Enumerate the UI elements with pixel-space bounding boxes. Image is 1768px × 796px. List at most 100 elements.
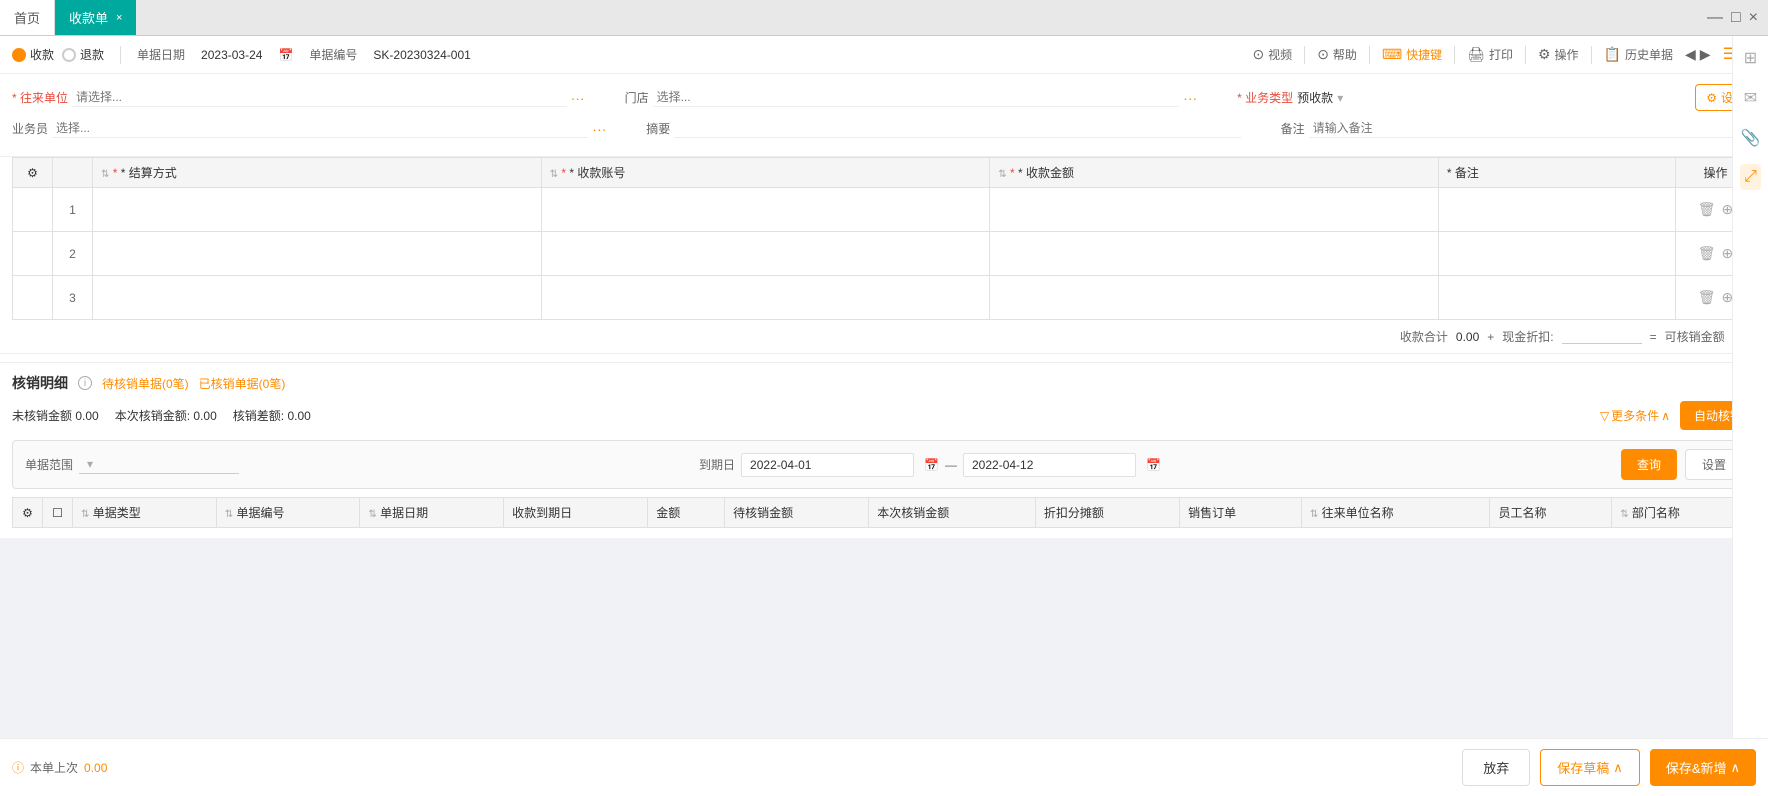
prev-arrow[interactable]: ◀	[1685, 46, 1696, 63]
cell-settlement-2[interactable]	[93, 232, 542, 276]
video-icon: ⊙	[1252, 46, 1264, 63]
cell-settlement-1[interactable]	[93, 188, 542, 232]
notes-label: 备注	[1281, 120, 1305, 137]
print-btn[interactable]: 🖨 打印	[1467, 46, 1513, 63]
mail-sidebar-icon[interactable]: ✉	[1740, 84, 1761, 112]
save-draft-btn[interactable]: 保存草稿 ∧	[1540, 749, 1640, 786]
save-new-label: 保存&新增	[1666, 758, 1727, 777]
calendar-to-icon[interactable]: 📅	[1146, 458, 1161, 472]
cell-account-3[interactable]	[541, 276, 990, 320]
sort-icon-type: ⇅	[81, 509, 89, 520]
shortcut-icon: ⌨	[1382, 46, 1402, 63]
calendar-icon[interactable]: 📅	[278, 48, 293, 62]
save-new-btn[interactable]: 保存&新增 ∧	[1650, 749, 1756, 786]
th-amount: ⇅ * * 收款金额	[990, 158, 1439, 188]
cell-notes-2[interactable]	[1438, 232, 1675, 276]
footer-order-value: 0.00	[84, 761, 107, 775]
business-type-arrow[interactable]: ▾	[1337, 91, 1343, 105]
done-tab[interactable]: 已核销单据(0笔)	[199, 375, 286, 392]
range-label: 单据范围	[25, 456, 73, 473]
history-btn[interactable]: 📋 历史单据	[1604, 46, 1673, 63]
receipt-radio[interactable]: 收款	[12, 46, 54, 63]
notes-field: 备注	[1281, 119, 1756, 138]
pending-tab[interactable]: 待核销单据(0笔)	[102, 375, 189, 392]
nav-arrows: ◀ ▶	[1685, 46, 1711, 63]
sort-icon-account: ⇅	[550, 169, 558, 180]
range-select[interactable]: ▾	[79, 455, 239, 474]
bth-settings[interactable]: ⚙	[13, 498, 43, 528]
bottom-table-header: ⚙ ☐ ⇅ 单据类型 ⇅ 单据编号 ⇅ 单据日期 收款到期日 金	[13, 498, 1756, 528]
footer-left: ⓘ 本单上次 0.00	[12, 759, 107, 776]
date-from-input[interactable]	[741, 453, 914, 477]
summary-input[interactable]	[674, 119, 1240, 138]
maximize-icon[interactable]: □	[1731, 9, 1741, 27]
table-sidebar-icon[interactable]: ⊞	[1740, 44, 1761, 72]
gear-icon: ⚙	[1706, 91, 1717, 105]
cell-amount-1[interactable]	[990, 188, 1439, 232]
draft-arrow-icon: ∧	[1613, 760, 1623, 776]
writeoff-info-icon[interactable]: i	[78, 376, 92, 390]
tab-close-icon[interactable]: ×	[116, 12, 122, 24]
writeoff-header: 核销明细 i 待核销单据(0笔) 已核销单据(0笔)	[12, 373, 1756, 393]
table-row: 3 🗑 ⊕	[13, 276, 1756, 320]
cell-notes-1[interactable]	[1438, 188, 1675, 232]
store-input[interactable]	[653, 88, 1180, 107]
table-settings-col[interactable]: ⚙	[13, 158, 53, 188]
abandon-btn[interactable]: 放弃	[1462, 749, 1530, 786]
footer-order-label: 本单上次	[30, 759, 78, 776]
number-label: 单据编号	[309, 46, 357, 63]
delete-row-1-icon[interactable]: 🗑	[1698, 201, 1716, 218]
tab-bar: 首页 收款单 × — □ ×	[0, 0, 1768, 36]
calendar-from-icon[interactable]: 📅	[924, 458, 939, 472]
date-to-input[interactable]	[963, 453, 1136, 477]
expand-sidebar-icon[interactable]: ⤢	[1740, 164, 1761, 190]
bth-due-date: 收款到期日	[504, 498, 648, 528]
form-row-1: * 往来单位 ··· 门店 ··· * 业务类型 预收款 ▾ ⚙ 设置	[12, 84, 1756, 111]
more-conditions-btn[interactable]: ▽ 更多条件 ∧	[1600, 407, 1670, 424]
video-btn[interactable]: ⊙ 视频	[1252, 46, 1292, 63]
counterpart-more-btn[interactable]: ···	[571, 90, 585, 106]
writeoff-title: 核销明细	[12, 373, 68, 393]
cell-account-1[interactable]	[541, 188, 990, 232]
counterpart-field: * 往来单位 ···	[12, 88, 585, 107]
bth-counterpart: ⇅ 往来单位名称	[1301, 498, 1490, 528]
cell-amount-2[interactable]	[990, 232, 1439, 276]
staff-more-btn[interactable]: ···	[592, 121, 606, 137]
toolbar: 收款 退款 单据日期 2023-03-24 📅 单据编号 SK-20230324…	[0, 36, 1768, 74]
refund-radio[interactable]: 退款	[62, 46, 104, 63]
delete-row-3-icon[interactable]: 🗑	[1698, 289, 1716, 306]
shortcut-label: 快捷键	[1406, 46, 1442, 63]
cell-notes-3[interactable]	[1438, 276, 1675, 320]
staff-input[interactable]	[52, 119, 588, 138]
sort-icon-amount: ⇅	[998, 169, 1006, 180]
unchecked-stat: 未核销金额 0.00	[12, 407, 99, 424]
bth-type: ⇅ 单据类型	[73, 498, 217, 528]
discount-input[interactable]	[1562, 329, 1642, 344]
help-btn[interactable]: ⊙ 帮助	[1317, 46, 1357, 63]
th-notes: * 备注	[1438, 158, 1675, 188]
date-range-filter: 到期日 📅 — 📅	[699, 453, 1161, 477]
operations-btn[interactable]: ⚙ 操作	[1538, 46, 1579, 63]
delete-row-2-icon[interactable]: 🗑	[1698, 245, 1716, 262]
close-window-icon[interactable]: ×	[1749, 9, 1758, 27]
shortcut-btn[interactable]: ⌨ 快捷键	[1382, 46, 1442, 63]
counterpart-input[interactable]	[72, 88, 567, 107]
save-draft-label: 保存草稿	[1557, 758, 1609, 777]
minimize-icon[interactable]: —	[1707, 9, 1723, 27]
tab-receipt[interactable]: 收款单 ×	[55, 0, 136, 35]
attachment-sidebar-icon[interactable]: 📎	[1737, 124, 1765, 152]
query-btn[interactable]: 查询	[1621, 449, 1677, 480]
cell-amount-3[interactable]	[990, 276, 1439, 320]
print-label: 打印	[1489, 46, 1513, 63]
current-stat: 本次核销金额: 0.00	[115, 407, 217, 424]
date-value: 2023-03-24	[201, 48, 262, 62]
cell-settlement-3[interactable]	[93, 276, 542, 320]
footer-info-icon[interactable]: ⓘ	[12, 759, 24, 776]
bth-checkbox[interactable]: ☐	[43, 498, 73, 528]
store-more-btn[interactable]: ···	[1183, 90, 1197, 106]
cell-account-2[interactable]	[541, 232, 990, 276]
tab-home[interactable]: 首页	[0, 0, 55, 35]
notes-input[interactable]	[1309, 119, 1756, 138]
next-arrow[interactable]: ▶	[1700, 46, 1711, 63]
filter-row: 单据范围 ▾ 到期日 📅 — 📅 查询 设置	[12, 440, 1756, 489]
